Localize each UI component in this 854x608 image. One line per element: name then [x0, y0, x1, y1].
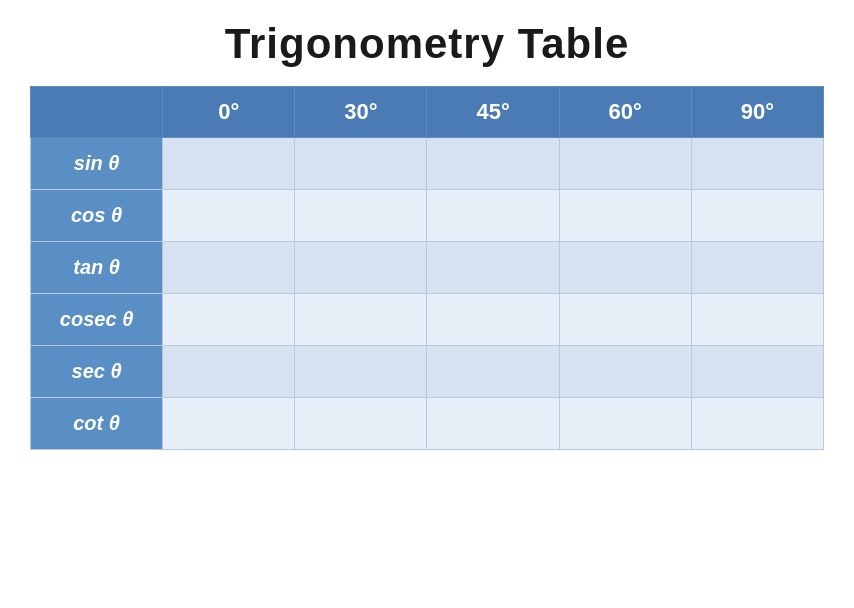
- cell: [163, 138, 295, 190]
- row-label-cosec: cosec θ: [31, 294, 163, 346]
- cell: [691, 190, 823, 242]
- cell: [691, 294, 823, 346]
- cell: [691, 398, 823, 450]
- cell: [559, 346, 691, 398]
- page-title: Trigonometry Table: [225, 20, 630, 68]
- cell: [295, 242, 427, 294]
- table-row: sec θ: [31, 346, 824, 398]
- cell: [163, 346, 295, 398]
- cell: [295, 398, 427, 450]
- table-row: cosec θ: [31, 294, 824, 346]
- row-label-sin: sin θ: [31, 138, 163, 190]
- table-row: sin θ: [31, 138, 824, 190]
- cell: [295, 138, 427, 190]
- cell: [427, 138, 559, 190]
- cell: [295, 190, 427, 242]
- cell: [163, 242, 295, 294]
- cell: [427, 242, 559, 294]
- header-col-0: 0°: [163, 87, 295, 138]
- header-col-60: 60°: [559, 87, 691, 138]
- cell: [559, 138, 691, 190]
- row-label-cot: cot θ: [31, 398, 163, 450]
- table-row: cos θ: [31, 190, 824, 242]
- cell: [295, 294, 427, 346]
- cell: [559, 294, 691, 346]
- header-col-45: 45°: [427, 87, 559, 138]
- cell: [559, 398, 691, 450]
- header-label: [31, 87, 163, 138]
- cell: [559, 242, 691, 294]
- cell: [163, 294, 295, 346]
- cell: [691, 242, 823, 294]
- header-col-90: 90°: [691, 87, 823, 138]
- cell: [163, 398, 295, 450]
- row-label-sec: sec θ: [31, 346, 163, 398]
- row-label-cos: cos θ: [31, 190, 163, 242]
- cell: [295, 346, 427, 398]
- cell: [559, 190, 691, 242]
- row-label-tan: tan θ: [31, 242, 163, 294]
- cell: [163, 190, 295, 242]
- cell: [427, 346, 559, 398]
- trig-table: 0° 30° 45° 60° 90° sin θ cos θ tan θ: [30, 86, 824, 450]
- table-row: cot θ: [31, 398, 824, 450]
- table-row: tan θ: [31, 242, 824, 294]
- cell: [427, 190, 559, 242]
- cell: [427, 398, 559, 450]
- cell: [427, 294, 559, 346]
- header-col-30: 30°: [295, 87, 427, 138]
- cell: [691, 346, 823, 398]
- cell: [691, 138, 823, 190]
